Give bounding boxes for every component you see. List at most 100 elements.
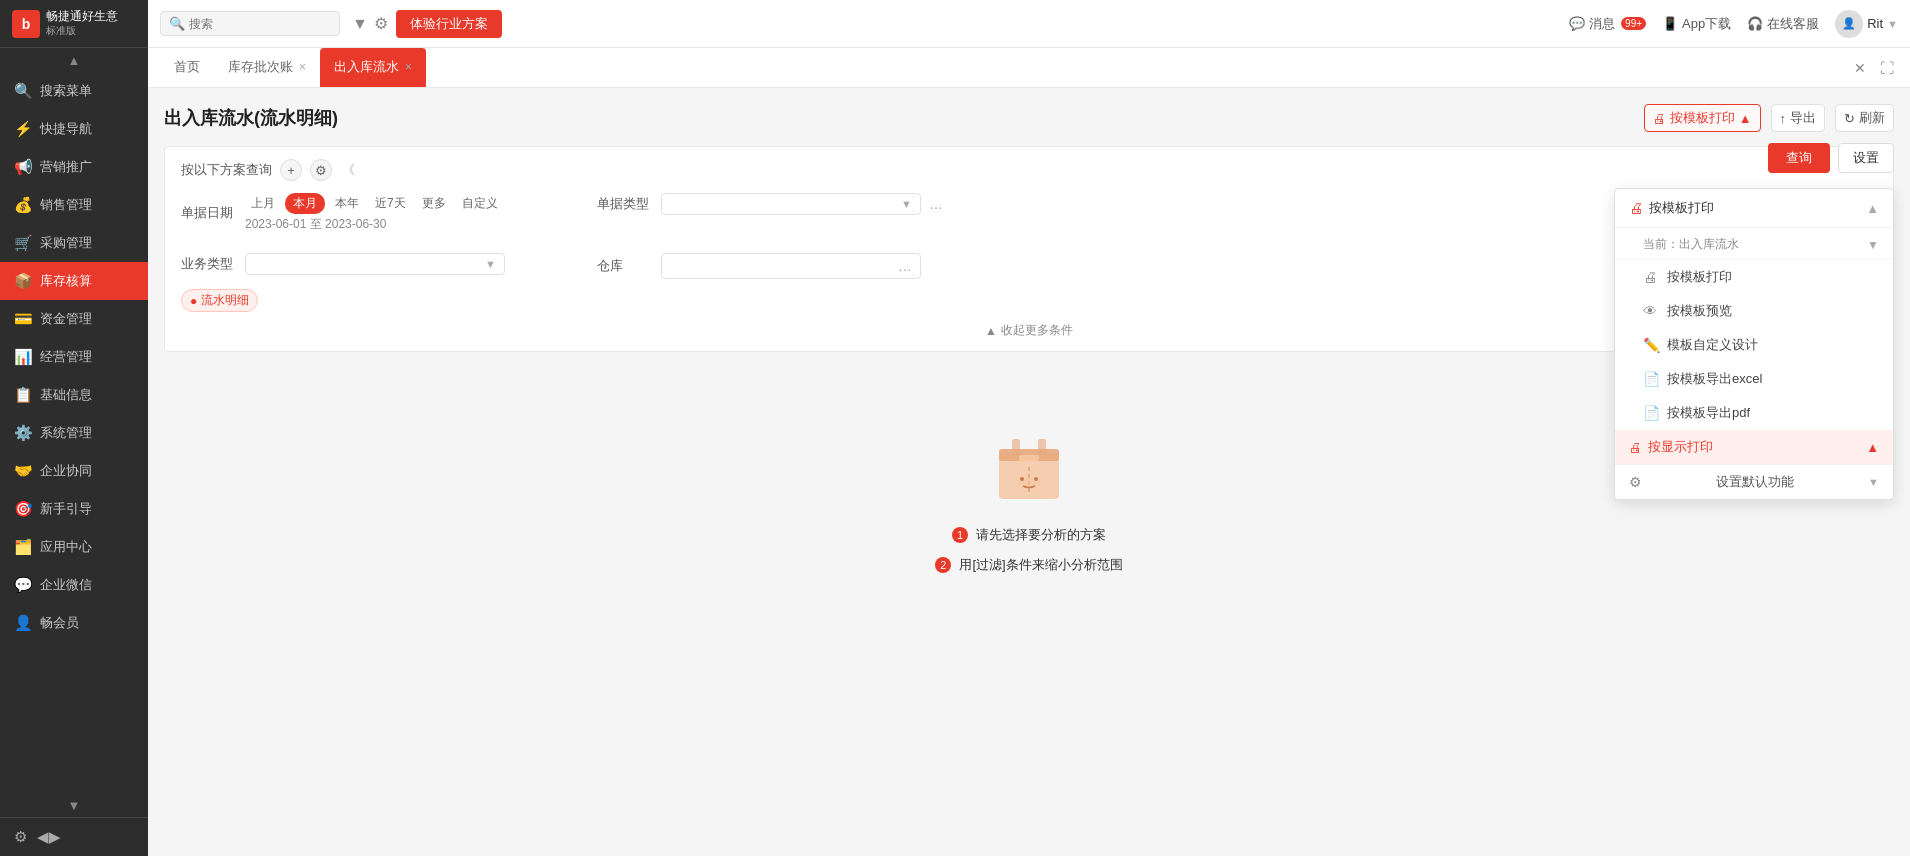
sidebar-icon-search: 🔍 xyxy=(14,82,32,100)
type-select[interactable]: ▼ xyxy=(661,193,921,215)
query-button[interactable]: 查询 xyxy=(1768,143,1830,173)
collapse-icon[interactable]: ◀▶ xyxy=(37,828,61,846)
dp-footer[interactable]: ⚙ 设置默认功能 ▼ xyxy=(1615,464,1893,499)
search-input[interactable] xyxy=(189,17,309,31)
dp-current: 当前：出入库流水 ▼ xyxy=(1615,228,1893,260)
date-shortcut-近7天[interactable]: 近7天 xyxy=(369,193,412,214)
dp-close-icon[interactable]: ▲ xyxy=(1866,201,1879,216)
dp-item-template-preview[interactable]: 👁 按模板预览 xyxy=(1615,294,1893,328)
warehouse-select[interactable]: … xyxy=(661,253,921,279)
filter-collapse-icon[interactable]: 《 xyxy=(342,161,355,179)
message-item[interactable]: 💬 消息 99+ xyxy=(1569,15,1646,33)
sidebar-scroll-up[interactable]: ▲ xyxy=(0,48,148,72)
collapse-button[interactable]: ▲ 收起更多条件 xyxy=(985,322,1073,339)
sidebar-item-system[interactable]: ⚙️ 系统管理 xyxy=(0,414,148,452)
warehouse-label: 仓库 xyxy=(597,257,653,275)
sidebar-item-operation[interactable]: 📊 经营管理 xyxy=(0,338,148,376)
sidebar-item-corp[interactable]: 🤝 企业协同 xyxy=(0,452,148,490)
sidebar-item-basic[interactable]: 📋 基础信息 xyxy=(0,376,148,414)
sidebar-icon-marketing: 📢 xyxy=(14,158,32,176)
biz-label: 业务类型 xyxy=(181,255,237,273)
dp-icon-template-custom: ✏️ xyxy=(1643,337,1659,353)
warehouse-more-icon[interactable]: … xyxy=(898,258,912,274)
sidebar-item-quicknav[interactable]: ⚡ 快捷导航 xyxy=(0,110,148,148)
tab-close-batch[interactable]: × xyxy=(299,60,306,74)
content-area: 出入库流水(流水明细) 🖨 按模板打印 ▲ ↑ 导出 ↻ 刷新 xyxy=(148,88,1910,856)
print-dropdown-button[interactable]: 🖨 按模板打印 ▲ xyxy=(1644,104,1761,132)
dp-label-template-preview: 按模板预览 xyxy=(1667,302,1732,320)
svg-rect-5 xyxy=(1038,439,1046,455)
warehouse-filter: 仓库 … xyxy=(597,253,997,279)
sidebar-item-marketing[interactable]: 📢 营销推广 xyxy=(0,148,148,186)
type-more-icon[interactable]: … xyxy=(929,196,943,212)
sidebar-scroll-down[interactable]: ▼ xyxy=(0,793,148,817)
sidebar-label-inventory: 库存核算 xyxy=(40,272,92,290)
date-shortcut-本月[interactable]: 本月 xyxy=(285,193,325,214)
sidebar-icon-appstore: 🗂️ xyxy=(14,538,32,556)
dp-item-template-excel[interactable]: 📄 按模板导出excel xyxy=(1615,362,1893,396)
sidebar-item-inventory[interactable]: 📦 库存核算 xyxy=(0,262,148,300)
tab-batch[interactable]: 库存批次账× xyxy=(214,48,320,87)
empty-icon xyxy=(984,424,1074,514)
dp-current-arrow: ▼ xyxy=(1867,238,1879,252)
sidebar-item-newbie[interactable]: 🎯 新手引导 xyxy=(0,490,148,528)
topbar-right: 💬 消息 99+ 📱 App下载 🎧 在线客服 👤 Rit ▼ xyxy=(1569,10,1898,38)
dropdown-panel: 🖨 按模板打印 ▲ 当前：出入库流水 ▼ 🖨 按模板打印👁 按模板预览✏️ xyxy=(1614,188,1894,500)
sidebar-icon-system: ⚙️ xyxy=(14,424,32,442)
dp-item-template-pdf[interactable]: 📄 按模板导出pdf xyxy=(1615,396,1893,430)
svg-rect-4 xyxy=(1012,439,1020,455)
sidebar-item-search[interactable]: 🔍 搜索菜单 xyxy=(0,72,148,110)
dp-icon-template-print: 🖨 xyxy=(1643,269,1659,285)
svg-rect-2 xyxy=(1019,455,1039,461)
tab-close-flow[interactable]: × xyxy=(405,60,412,74)
sidebar-item-appstore[interactable]: 🗂️ 应用中心 xyxy=(0,528,148,566)
date-shortcut-自定义[interactable]: 自定义 xyxy=(456,193,504,214)
date-shortcut-更多[interactable]: 更多 xyxy=(416,193,452,214)
dsh-arrow-icon[interactable]: ▲ xyxy=(1866,440,1879,455)
sidebar-label-search: 搜索菜单 xyxy=(40,82,92,100)
sidebar-label-member: 畅会员 xyxy=(40,614,79,632)
type-label: 单据类型 xyxy=(597,195,653,213)
sidebar-item-wechat[interactable]: 💬 企业微信 xyxy=(0,566,148,604)
date-shortcut-上月[interactable]: 上月 xyxy=(245,193,281,214)
tab-home[interactable]: 首页 xyxy=(160,48,214,87)
sidebar-icon-quicknav: ⚡ xyxy=(14,120,32,138)
app-download-item[interactable]: 📱 App下载 xyxy=(1662,15,1731,33)
type-filter: 单据类型 ▼ … xyxy=(597,193,997,215)
export-icon: ↑ xyxy=(1780,111,1787,126)
settings-icon[interactable]: ⚙ xyxy=(14,828,27,846)
dp-item-template-custom[interactable]: ✏️ 模板自定义设计 xyxy=(1615,328,1893,362)
date-shortcut-本年[interactable]: 本年 xyxy=(329,193,365,214)
main-area: 🔍 ▼ ⚙ 体验行业方案 💬 消息 99+ 📱 App下载 🎧 在线客服 xyxy=(148,0,1910,856)
settings-button[interactable]: 设置 xyxy=(1838,143,1894,173)
sidebar-item-purchase[interactable]: 🛒 采购管理 xyxy=(0,224,148,262)
tab-bar: 首页库存批次账×出入库流水× ✕ ⛶ xyxy=(148,48,1910,88)
export-button[interactable]: ↑ 导出 xyxy=(1771,104,1826,132)
filter-header: 按以下方案查询 + ⚙ 《 xyxy=(181,159,1877,181)
gear-icon[interactable]: ⚙ xyxy=(374,14,388,33)
dp-scrollable: 当前：出入库流水 ▼ 🖨 按模板打印👁 按模板预览✏️ 模板自定义设计📄 按模板… xyxy=(1615,228,1893,499)
biz-select[interactable]: ▼ xyxy=(245,253,505,275)
dp-icon-template-pdf: 📄 xyxy=(1643,405,1659,421)
date-label: 单据日期 xyxy=(181,204,237,222)
right-actions: 查询 设置 xyxy=(1768,143,1894,173)
sidebar-item-finance[interactable]: 💳 资金管理 xyxy=(0,300,148,338)
filter-add-button[interactable]: + xyxy=(280,159,302,181)
tab-flow[interactable]: 出入库流水× xyxy=(320,48,426,87)
dropdown-icon[interactable]: ▼ xyxy=(352,15,368,33)
sidebar-item-member[interactable]: 👤 畅会员 xyxy=(0,604,148,642)
tab-expand-icon[interactable]: ⛶ xyxy=(1876,58,1898,78)
refresh-button[interactable]: ↻ 刷新 xyxy=(1835,104,1894,132)
search-box[interactable]: 🔍 xyxy=(160,11,340,36)
dp-item-template-print[interactable]: 🖨 按模板打印 xyxy=(1615,260,1893,294)
filter-setting-button[interactable]: ⚙ xyxy=(310,159,332,181)
trial-button[interactable]: 体验行业方案 xyxy=(396,10,502,38)
online-service-item[interactable]: 🎧 在线客服 xyxy=(1747,15,1819,33)
dp-print-icon: 🖨 xyxy=(1629,200,1643,216)
user-info[interactable]: 👤 Rit ▼ xyxy=(1835,10,1898,38)
sidebar-label-purchase: 采购管理 xyxy=(40,234,92,252)
sidebar-item-sales[interactable]: 💰 销售管理 xyxy=(0,186,148,224)
dp-section-header[interactable]: 🖨 按显示打印 ▲ xyxy=(1615,430,1893,464)
message-icon: 💬 xyxy=(1569,16,1585,31)
tab-close-icon[interactable]: ✕ xyxy=(1850,58,1870,78)
